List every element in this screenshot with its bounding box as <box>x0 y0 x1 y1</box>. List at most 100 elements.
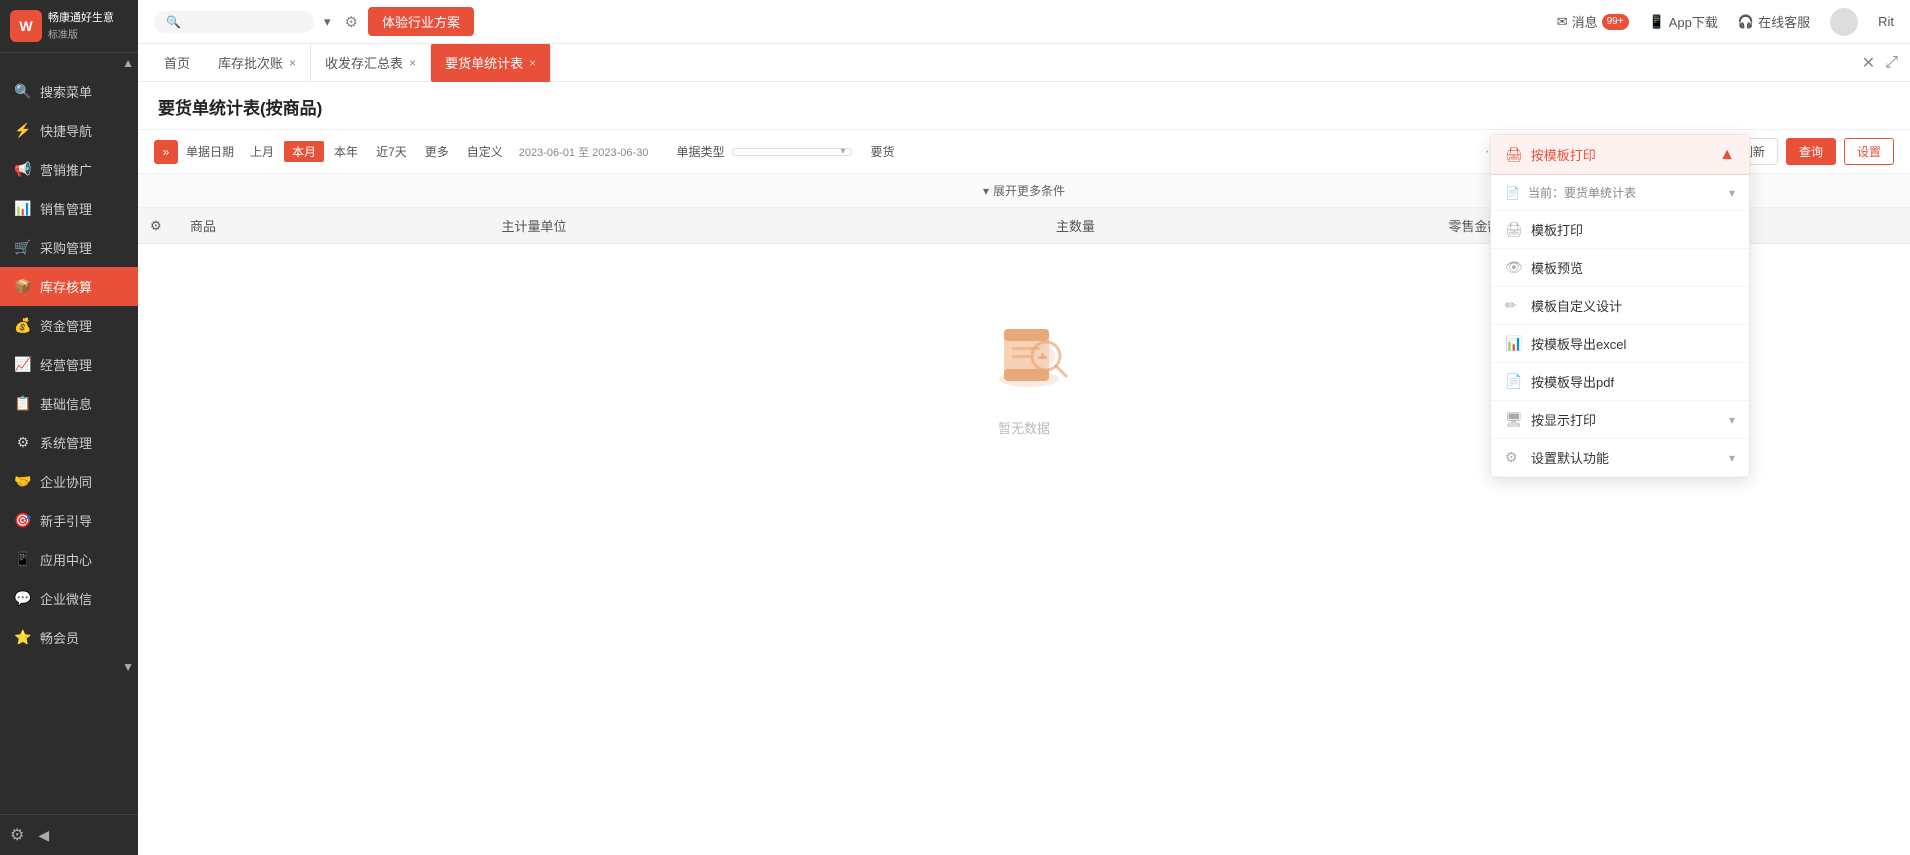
sidebar-item-quicknav[interactable]: ⚡ 快捷导航 <box>0 111 138 150</box>
sidebar-item-basic[interactable]: 📋 基础信息 <box>0 384 138 423</box>
date-tab-this-year[interactable]: 本年 <box>326 141 366 162</box>
app-sub: 标准版 <box>48 26 114 41</box>
print-custom-design-item[interactable]: ✏ 模板自定义设计 <box>1491 287 1749 325</box>
sidebar-item-search[interactable]: 🔍 搜索菜单 <box>0 72 138 111</box>
date-tab-last-month[interactable]: 上月 <box>242 141 282 162</box>
sidebar-item-collab[interactable]: 🤝 企业协同 <box>0 462 138 501</box>
sidebar-scroll-down[interactable]: ▼ <box>122 660 134 674</box>
wechat-icon: 💬 <box>14 590 32 608</box>
sidebar-item-inventory[interactable]: 📦 库存核算 <box>0 267 138 306</box>
online-service-item[interactable]: 🎧 在线客服 <box>1738 12 1810 31</box>
collab-icon: 🤝 <box>14 473 32 491</box>
sidebar-item-sales[interactable]: 📊 销售管理 <box>0 189 138 228</box>
date-tab-more[interactable]: 更多 <box>417 141 457 162</box>
sidebar-item-sales-label: 销售管理 <box>40 199 92 218</box>
topbar-gear-icon[interactable]: ⚙ <box>345 13 358 31</box>
message-item[interactable]: ✉ 消息 99+ <box>1557 12 1629 31</box>
topbar-dropdown[interactable]: ▾ <box>324 14 331 30</box>
sidebar-item-guide[interactable]: 🎯 新手引导 <box>0 501 138 540</box>
headset-icon: 🎧 <box>1738 14 1754 30</box>
sidebar-item-member[interactable]: ⭐ 畅会员 <box>0 618 138 657</box>
sidebar-scroll-up[interactable]: ▲ <box>122 56 134 70</box>
sidebar-item-system[interactable]: ⚙ 系统管理 <box>0 423 138 462</box>
app-logo: W 畅康通好生意 标准版 <box>0 0 138 53</box>
tab-inventory-batch-label: 库存批次账 <box>218 53 283 72</box>
print-dropdown-header: 🖨 按模板打印 ▲ <box>1491 135 1749 175</box>
expand-down-icon: ▾ <box>983 184 989 198</box>
tab-inventory-batch-close[interactable]: × <box>289 56 296 70</box>
print-display-arrow: ▾ <box>1729 413 1735 427</box>
tab-home[interactable]: 首页 <box>150 53 204 72</box>
operation-icon: 📈 <box>14 356 32 374</box>
print-excel-icon: 📊 <box>1505 335 1521 352</box>
finance-icon: 💰 <box>14 317 32 335</box>
trial-btn[interactable]: 体验行业方案 <box>368 7 474 36</box>
date-tabs: 上月 本月 本年 近7天 更多 自定义 <box>242 141 511 162</box>
print-custom-design-icon: ✏ <box>1505 297 1521 314</box>
expand-toggle[interactable]: » <box>154 140 178 164</box>
sidebar-item-wechat[interactable]: 💬 企业微信 <box>0 579 138 618</box>
topbar-right: ✉ 消息 99+ 📱 App下载 🎧 在线客服 Rit <box>1557 8 1894 36</box>
date-range: 2023-06-01 至 2023-06-30 <box>519 144 649 160</box>
current-label-icon: 📄 <box>1505 186 1520 200</box>
print-default-item[interactable]: ⚙ 设置默认功能 ▾ <box>1491 439 1749 477</box>
col-settings-icon[interactable]: ⚙ <box>150 218 162 233</box>
tab-order-stats[interactable]: 要货单统计表 × <box>431 44 551 82</box>
tab-expand-icon[interactable]: ⤢ <box>1885 54 1898 72</box>
sidebar-item-appcenter-label: 应用中心 <box>40 550 92 569</box>
print-display-item[interactable]: 🖥 按显示打印 ▾ <box>1491 401 1749 439</box>
tab-inventory-batch[interactable]: 库存批次账 × <box>204 44 311 82</box>
sidebar-item-basic-label: 基础信息 <box>40 394 92 413</box>
date-tab-7days[interactable]: 近7天 <box>368 141 415 162</box>
print-custom-design-label: 模板自定义设计 <box>1531 296 1622 315</box>
settings-icon[interactable]: ⚙ <box>10 825 24 845</box>
print-pdf-icon: 📄 <box>1505 373 1521 390</box>
date-tab-this-month[interactable]: 本月 <box>284 141 324 162</box>
print-preview-item-icon: 👁 <box>1505 259 1521 276</box>
page-header: 要货单统计表(按商品) <box>138 82 1910 130</box>
sidebar-item-marketing[interactable]: 📢 营销推广 <box>0 150 138 189</box>
col-qty-label: 主数量 <box>1056 219 1095 234</box>
sidebar-item-wechat-label: 企业微信 <box>40 589 92 608</box>
sidebar-item-marketing-label: 营销推广 <box>40 160 92 179</box>
sidebar-item-purchase-label: 采购管理 <box>40 238 92 257</box>
sidebar-item-finance[interactable]: 💰 资金管理 <box>0 306 138 345</box>
print-excel-label: 按模板导出excel <box>1531 334 1626 353</box>
collapse-icon[interactable]: ◀ <box>38 827 49 844</box>
print-pdf-item[interactable]: 📄 按模板导出pdf <box>1491 363 1749 401</box>
topbar-search-box[interactable]: 🔍 <box>154 11 314 33</box>
settings-btn[interactable]: 设置 <box>1844 138 1894 165</box>
doc-type-select[interactable]: ▾ <box>732 148 852 156</box>
app-name: 畅康通好生意 <box>48 11 114 25</box>
system-icon: ⚙ <box>14 434 32 452</box>
query-btn[interactable]: 查询 <box>1786 138 1836 165</box>
print-template-item-label: 模板打印 <box>1531 220 1583 239</box>
print-excel-item[interactable]: 📊 按模板导出excel <box>1491 325 1749 363</box>
print-dropdown-header-icon: 🖨 <box>1505 146 1523 163</box>
col-unit: 主计量单位 <box>490 208 1044 244</box>
col-settings[interactable]: ⚙ <box>138 208 178 244</box>
print-template-item[interactable]: 🖨 模板打印 <box>1491 211 1749 249</box>
main-area: 🔍 ▾ ⚙ 体验行业方案 ✉ 消息 99+ 📱 App下载 🎧 在线客服 Rit <box>138 0 1910 855</box>
order-type-label: 要货 <box>870 143 894 160</box>
user-name: Rit <box>1878 14 1894 29</box>
sidebar-item-purchase[interactable]: 🛒 采购管理 <box>0 228 138 267</box>
expand-filters-btn[interactable]: ▾ 展开更多条件 <box>983 182 1065 199</box>
print-dropdown-close-icon[interactable]: ▲ <box>1719 146 1735 164</box>
tab-order-stats-close[interactable]: × <box>529 56 536 70</box>
print-preview-item[interactable]: 👁 模板预览 <box>1491 249 1749 287</box>
sidebar-item-collab-label: 企业协同 <box>40 472 92 491</box>
tab-receipt-summary-close[interactable]: × <box>409 56 416 70</box>
date-tab-custom[interactable]: 自定义 <box>459 141 511 162</box>
sidebar-item-operation[interactable]: 📈 经营管理 <box>0 345 138 384</box>
tab-receipt-summary[interactable]: 收发存汇总表 × <box>311 44 431 82</box>
tab-close-all-icon[interactable]: ✕ <box>1862 53 1875 73</box>
topbar: 🔍 ▾ ⚙ 体验行业方案 ✉ 消息 99+ 📱 App下载 🎧 在线客服 Rit <box>138 0 1910 44</box>
marketing-icon: 📢 <box>14 161 32 179</box>
sidebar-item-quicknav-label: 快捷导航 <box>40 121 92 140</box>
app-download-item[interactable]: 📱 App下载 <box>1649 12 1718 31</box>
sales-icon: 📊 <box>14 200 32 218</box>
sidebar-item-appcenter[interactable]: 📱 应用中心 <box>0 540 138 579</box>
avatar[interactable] <box>1830 8 1858 36</box>
empty-illustration <box>974 304 1074 404</box>
